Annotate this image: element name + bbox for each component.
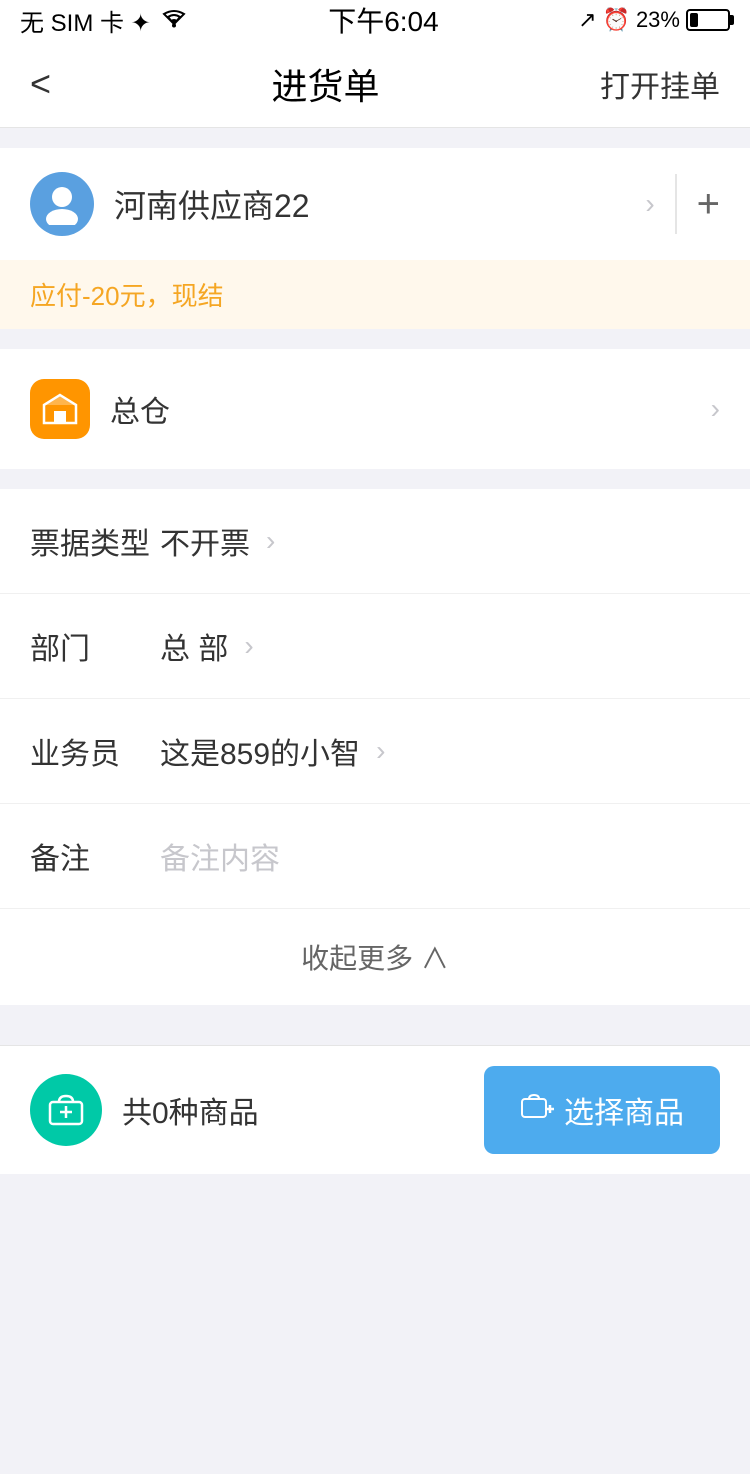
status-time: 下午6:04 (328, 0, 439, 40)
nav-bar: < 进货单 打开挂单 (0, 40, 750, 128)
product-count: 共0种商品 (122, 1088, 484, 1132)
chevron-right-icon: › (645, 188, 654, 220)
section-gap-1 (0, 128, 750, 148)
notice-banner: 应付-20元，现结 (0, 260, 750, 329)
select-goods-label: 选择商品 (564, 1088, 684, 1132)
fields-section: 票据类型 不开票 › 部门 总 部 › 业务员 这是859的小智 › 备注 备注… (0, 489, 750, 1005)
invoice-type-value: 不开票 (160, 519, 250, 563)
collapse-label: 收起更多 ∧ (301, 937, 449, 977)
salesperson-label: 业务员 (30, 729, 160, 773)
product-icon-wrap (30, 1074, 102, 1146)
remark-row[interactable]: 备注 备注内容 (0, 803, 750, 908)
page-fill (0, 1174, 750, 1474)
department-chevron-icon: › (244, 630, 253, 662)
remark-label: 备注 (30, 834, 160, 878)
remark-placeholder: 备注内容 (160, 834, 720, 878)
select-goods-button[interactable]: 选择商品 (484, 1066, 720, 1154)
status-bar: 无 SIM 卡 ✦ 下午6:04 ↗ ⏰ 23% (0, 0, 750, 40)
avatar (30, 172, 94, 236)
warehouse-name: 总仓 (110, 387, 711, 431)
select-goods-icon (520, 1093, 554, 1128)
warehouse-section: 总仓 › (0, 349, 750, 469)
invoice-chevron-icon: › (266, 525, 275, 557)
warehouse-icon (30, 379, 90, 439)
department-label: 部门 (30, 624, 160, 668)
wifi-icon (159, 6, 189, 35)
location-icon: ↗ (578, 7, 596, 33)
department-value: 总 部 (160, 624, 228, 668)
invoice-type-label: 票据类型 (30, 519, 160, 563)
add-button[interactable]: + (697, 182, 720, 227)
battery-percent: 23% (636, 7, 680, 33)
page-title: 进货单 (272, 58, 380, 110)
warehouse-row[interactable]: 总仓 › (0, 349, 750, 469)
department-row[interactable]: 部门 总 部 › (0, 593, 750, 698)
supplier-row[interactable]: 河南供应商22 › + (0, 148, 750, 260)
salesperson-row[interactable]: 业务员 这是859的小智 › (0, 698, 750, 803)
status-right: ↗ ⏰ 23% (578, 7, 730, 33)
bottom-bar: 共0种商品 选择商品 (0, 1045, 750, 1174)
section-gap-2 (0, 329, 750, 349)
open-pending-button[interactable]: 打开挂单 (600, 62, 720, 106)
warehouse-chevron-icon: › (711, 393, 720, 425)
alarm-icon: ⏰ (603, 7, 630, 33)
supplier-name: 河南供应商22 (114, 181, 645, 227)
section-gap-4 (0, 1005, 750, 1025)
back-button[interactable]: < (30, 63, 51, 105)
salesperson-value: 这是859的小智 (160, 729, 360, 773)
divider (675, 174, 677, 234)
collapse-button[interactable]: 收起更多 ∧ (0, 908, 750, 1005)
supplier-section: 河南供应商22 › + 应付-20元，现结 (0, 148, 750, 329)
section-gap-3 (0, 469, 750, 489)
sim-text: 无 SIM 卡 ✦ (20, 3, 151, 38)
invoice-type-row[interactable]: 票据类型 不开票 › (0, 489, 750, 593)
battery-icon (686, 9, 730, 31)
status-left: 无 SIM 卡 ✦ (20, 3, 189, 38)
salesperson-chevron-icon: › (376, 735, 385, 767)
